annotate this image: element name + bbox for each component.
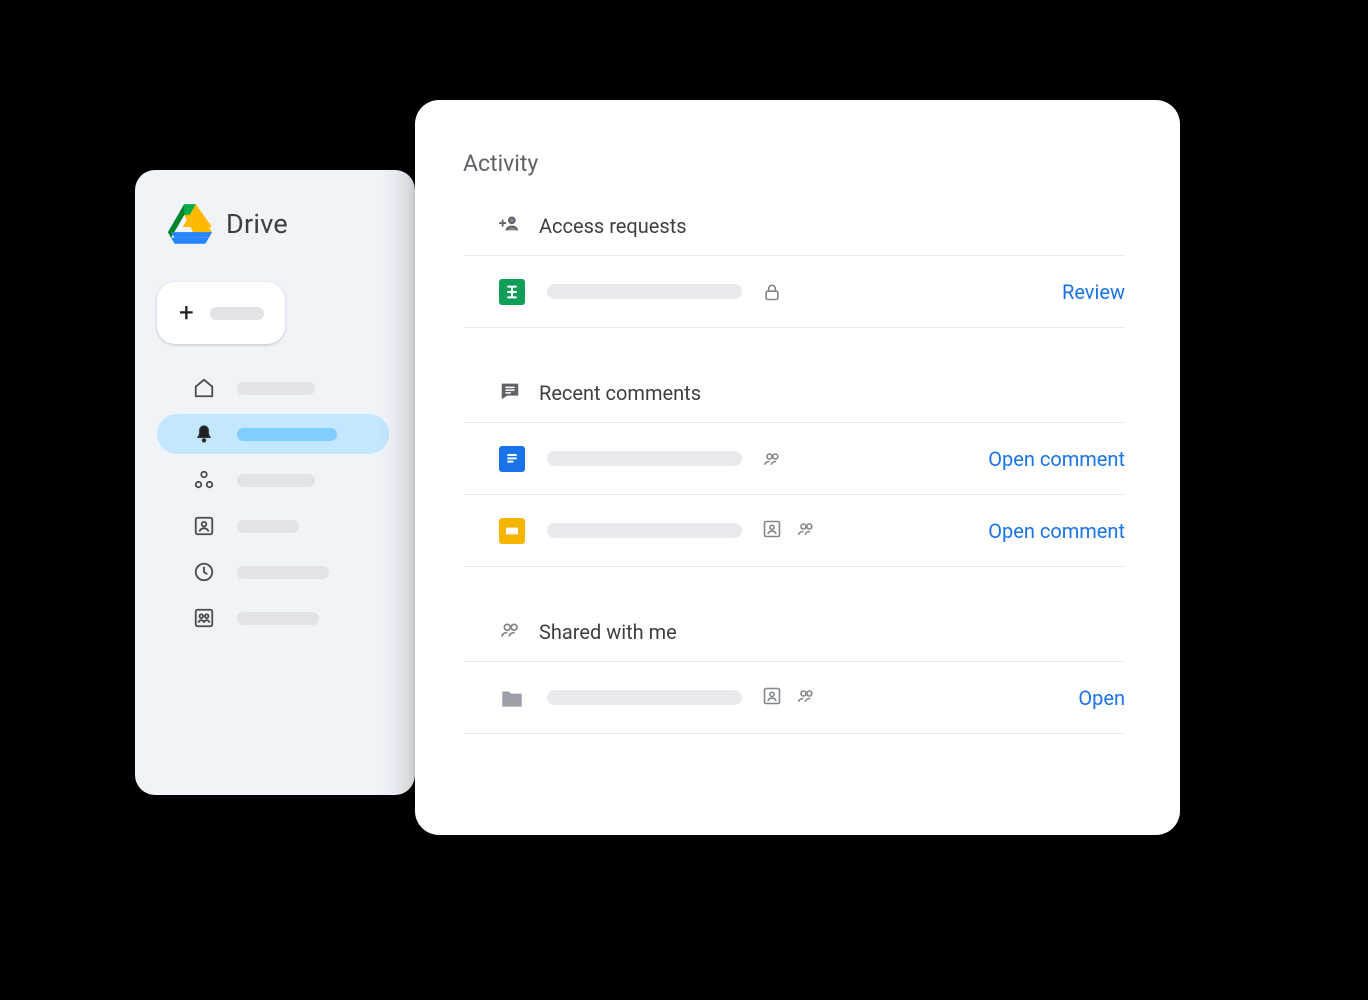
file-name-placeholder	[547, 451, 742, 466]
open-comment-link[interactable]: Open comment	[988, 447, 1125, 471]
file-name-placeholder	[547, 523, 742, 538]
people-icon	[796, 519, 816, 543]
person-add-icon	[499, 213, 521, 239]
sidebar-item-label-placeholder	[237, 520, 299, 533]
sidebar-item-label-placeholder	[237, 428, 337, 441]
plus-icon: +	[179, 300, 194, 326]
new-button-label-placeholder	[210, 307, 264, 320]
comment-row[interactable]: Open comment	[463, 495, 1125, 567]
sidebar-item-label-placeholder	[237, 612, 319, 625]
access-request-row[interactable]: Review	[463, 256, 1125, 328]
clock-icon	[193, 561, 215, 583]
section-label: Access requests	[539, 214, 687, 238]
sheets-icon	[499, 279, 525, 305]
section-header-shared-with-me: Shared with me	[463, 615, 1125, 662]
sidebar-item-label-placeholder	[237, 474, 315, 487]
section-header-recent-comments: Recent comments	[463, 376, 1125, 423]
workspaces-icon	[193, 469, 215, 491]
person-box-icon	[762, 519, 782, 543]
lock-icon	[762, 282, 782, 302]
panel-title: Activity	[463, 150, 1125, 177]
file-name-placeholder	[547, 284, 742, 299]
shared-row[interactable]: Open	[463, 662, 1125, 734]
sidebar-nav	[135, 368, 415, 638]
people-icon	[762, 449, 782, 469]
sidebar-item-shared-with-me[interactable]	[157, 506, 389, 546]
comment-row[interactable]: Open comment	[463, 423, 1125, 495]
sidebar-item-label-placeholder	[237, 566, 329, 579]
sidebar-item-activity[interactable]	[157, 414, 389, 454]
folder-icon	[499, 685, 525, 711]
home-icon	[193, 377, 215, 399]
new-button[interactable]: +	[157, 282, 285, 344]
bell-icon	[193, 423, 215, 445]
docs-icon	[499, 446, 525, 472]
sidebar-item-recent[interactable]	[157, 552, 389, 592]
people-box-icon	[193, 607, 215, 629]
brand-name: Drive	[226, 208, 288, 240]
drive-sidebar: Drive +	[135, 170, 415, 795]
drive-logo-icon	[168, 204, 212, 244]
file-name-placeholder	[547, 690, 742, 705]
section-label: Shared with me	[539, 620, 677, 644]
person-box-icon	[762, 686, 782, 710]
people-icon	[796, 686, 816, 710]
section-label: Recent comments	[539, 381, 701, 405]
sidebar-item-contacts[interactable]	[157, 598, 389, 638]
sidebar-item-home[interactable]	[157, 368, 389, 408]
review-link[interactable]: Review	[1062, 280, 1125, 304]
open-comment-link[interactable]: Open comment	[988, 519, 1125, 543]
slides-icon	[499, 518, 525, 544]
brand: Drive	[135, 170, 415, 244]
people-icon	[499, 619, 521, 645]
activity-panel: Activity Access requests Review Recent c…	[415, 100, 1180, 835]
section-header-access-requests: Access requests	[463, 209, 1125, 256]
comment-icon	[499, 380, 521, 406]
person-box-icon	[193, 515, 215, 537]
open-link[interactable]: Open	[1078, 686, 1125, 710]
sidebar-item-label-placeholder	[237, 382, 315, 395]
sidebar-item-shared-drives[interactable]	[157, 460, 389, 500]
